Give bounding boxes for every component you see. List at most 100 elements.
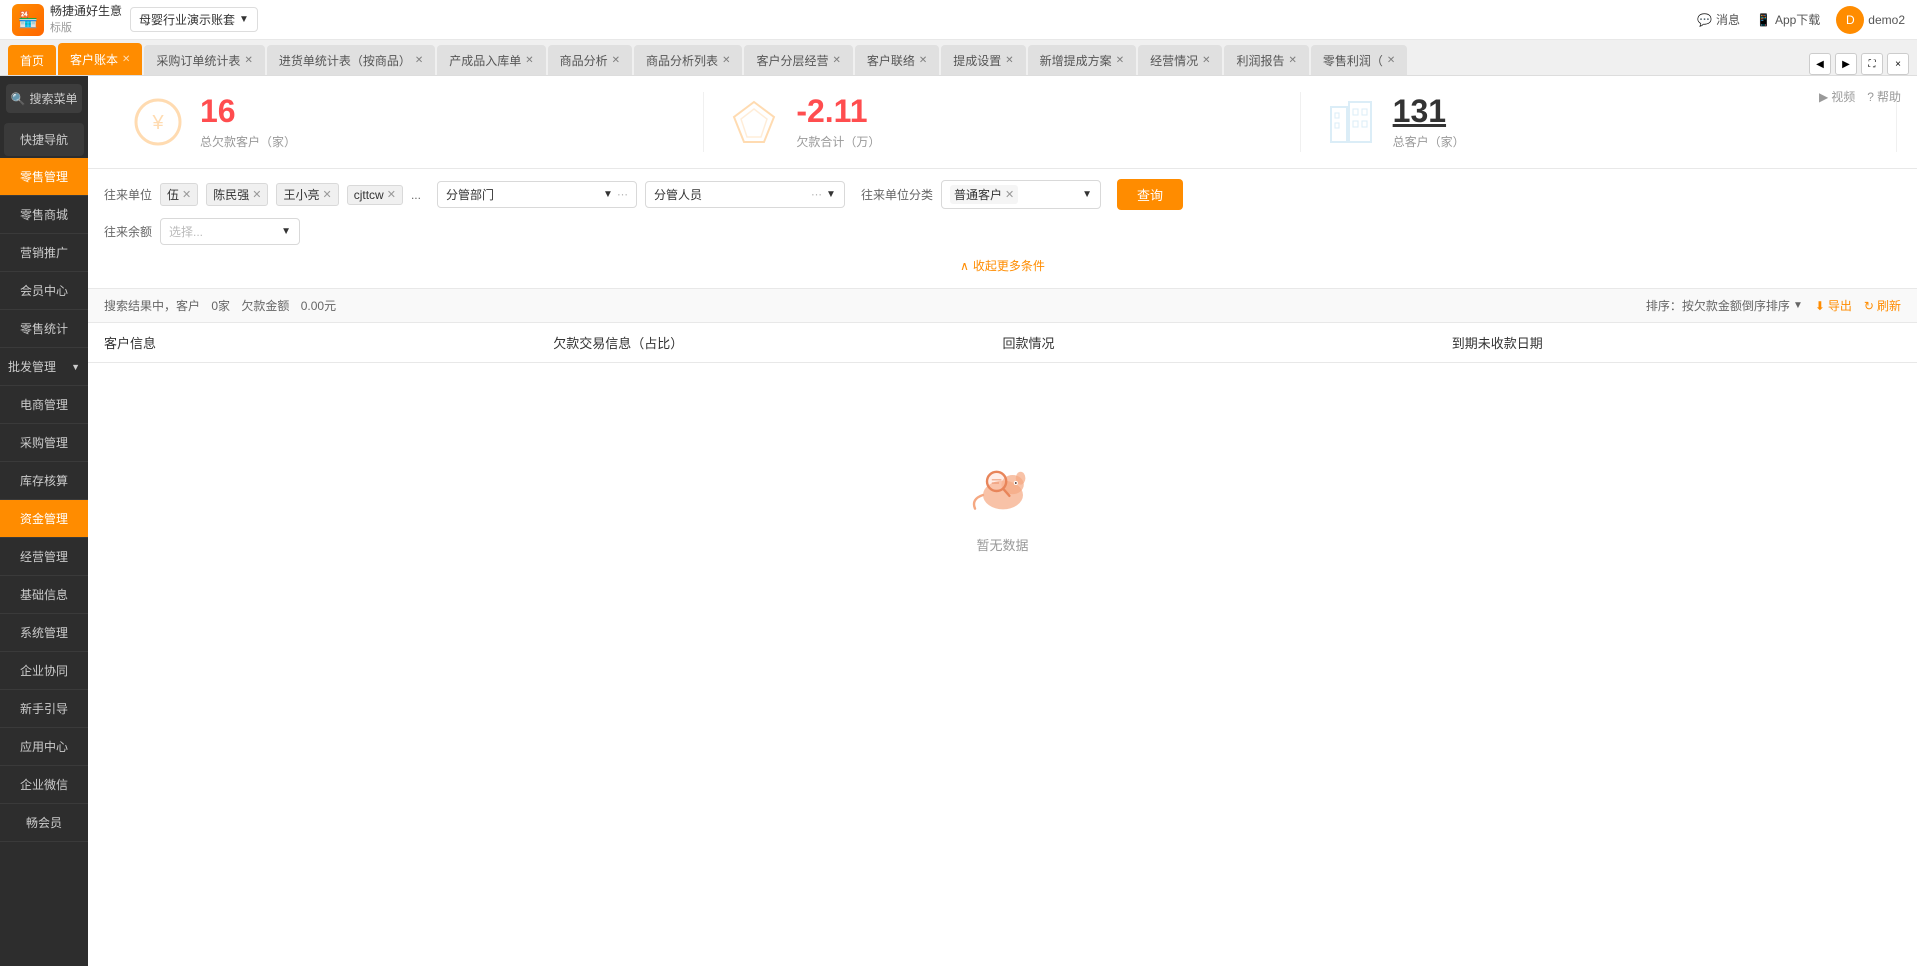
sidebar-search-area: 🔍 搜索菜单	[0, 76, 88, 121]
sidebar-item-basic-info[interactable]: 基础信息	[0, 576, 88, 614]
chevron-icon: ▼	[71, 362, 80, 372]
filter-tag-wang[interactable]: 王小亮 ✕	[276, 183, 338, 206]
tab-product-analysis-list[interactable]: 商品分析列表 ✕	[634, 45, 742, 75]
sidebar-item-inventory[interactable]: 库存核算	[0, 462, 88, 500]
sidebar-item-wholesale[interactable]: 批发管理 ▼	[0, 348, 88, 386]
balance-placeholder: 选择...	[169, 223, 203, 240]
tab-product-analysis[interactable]: 商品分析 ✕	[548, 45, 632, 75]
close-icon[interactable]: ✕	[1116, 55, 1124, 66]
clear-person-icon[interactable]: ⋯	[811, 188, 822, 201]
filter-tag-chen[interactable]: 陈民强 ✕	[206, 183, 268, 206]
sidebar-item-label: 会员中心	[20, 284, 68, 298]
message-button[interactable]: 💬 消息	[1697, 11, 1740, 28]
sidebar-item-label: 零售商城	[20, 208, 68, 222]
sidebar-item-wechat[interactable]: 企业微信	[0, 766, 88, 804]
close-icon[interactable]: ✕	[612, 55, 620, 66]
sidebar-item-label: 经营管理	[20, 550, 68, 564]
sidebar-item-enterprise-collab[interactable]: 企业协同	[0, 652, 88, 690]
logo-sub: 标版	[50, 19, 122, 35]
sidebar-item-finance[interactable]: 资金管理	[0, 500, 88, 538]
close-icon[interactable]: ✕	[1387, 55, 1395, 66]
tab-scroll-right[interactable]: ▶	[1835, 53, 1857, 75]
results-bar: 搜索结果中，客户 0家 欠款金额 0.00元 排序：按欠款金额倒序排序 ▼ ⬇ …	[88, 289, 1917, 323]
tab-customer-contact[interactable]: 客户联络 ✕	[855, 45, 939, 75]
balance-filter-label: 往来余额	[104, 223, 152, 240]
close-icon[interactable]: ✕	[244, 55, 252, 66]
balance-filter-select[interactable]: 选择... ▼	[160, 218, 300, 245]
tab-scroll-left[interactable]: ◀	[1809, 53, 1831, 75]
user-menu[interactable]: D demo2	[1836, 6, 1905, 34]
collapse-button[interactable]: ∧ 收起更多条件	[956, 253, 1049, 278]
close-icon[interactable]: ✕	[1005, 55, 1013, 66]
chevron-down-icon: ▼	[603, 189, 613, 200]
sidebar-item-marketing[interactable]: 营销推广	[0, 234, 88, 272]
results-amount: 0.00元	[301, 299, 336, 313]
export-icon: ⬇	[1815, 299, 1825, 313]
sidebar-item-member-plus[interactable]: 畅会员	[0, 804, 88, 842]
company-selector[interactable]: 母婴行业演示账套 ▼	[130, 7, 258, 32]
remove-icon[interactable]: ✕	[1005, 188, 1014, 201]
tab-purchase-stats[interactable]: 进货单统计表（按商品） ✕	[267, 45, 435, 75]
logo-text: 畅捷通好生意	[50, 4, 122, 20]
tab-commission-settings[interactable]: 提成设置 ✕	[941, 45, 1025, 75]
close-icon[interactable]: ✕	[415, 55, 423, 66]
filter-more-button[interactable]: ...	[411, 188, 421, 202]
tab-commission-plan[interactable]: 新增提成方案 ✕	[1028, 45, 1136, 75]
sort-selector[interactable]: 排序：按欠款金额倒序排序 ▼	[1646, 297, 1803, 314]
close-icon[interactable]: ✕	[525, 55, 533, 66]
sidebar-item-app-center[interactable]: 应用中心	[0, 728, 88, 766]
sidebar-item-ecommerce[interactable]: 电商管理	[0, 386, 88, 424]
tab-purchase-order[interactable]: 采购订单统计表 ✕	[144, 45, 264, 75]
dept-filter-select[interactable]: 分管部门 ▼ ⋯	[437, 181, 637, 208]
tab-business[interactable]: 经营情况 ✕	[1138, 45, 1222, 75]
tab-retail-profit[interactable]: 零售利润（ ✕	[1311, 45, 1407, 75]
filter-area: 往来单位 伍 ✕ 陈民强 ✕ 王小亮 ✕ cjttcw ✕ ...	[88, 169, 1917, 289]
help-link[interactable]: ? 帮助	[1867, 88, 1901, 105]
remove-icon[interactable]: ✕	[323, 188, 332, 201]
tab-label: 商品分析	[560, 52, 608, 69]
app-download-button[interactable]: 📱 App下载	[1756, 11, 1820, 28]
tab-customer-ledger[interactable]: 客户账本 ✕	[58, 43, 142, 75]
tab-home-label: 首页	[20, 52, 44, 69]
remove-icon[interactable]: ✕	[182, 188, 191, 201]
sidebar-item-newbie[interactable]: 新手引导	[0, 690, 88, 728]
tab-minimize[interactable]: ×	[1887, 53, 1909, 75]
tab-finished-goods[interactable]: 产成品入库单 ✕	[437, 45, 545, 75]
tab-home[interactable]: 首页	[8, 45, 56, 75]
sidebar-item-purchase[interactable]: 采购管理	[0, 424, 88, 462]
clear-dept-icon[interactable]: ⋯	[617, 188, 628, 201]
tab-customer-tier[interactable]: 客户分层经营 ✕	[744, 45, 852, 75]
person-filter-select[interactable]: 分管人员 ⋯ ▼	[645, 181, 845, 208]
close-icon[interactable]: ✕	[919, 55, 927, 66]
search-button[interactable]: 查询	[1117, 179, 1183, 210]
category-tag[interactable]: 普通客户 ✕	[950, 185, 1018, 204]
sidebar-item-member[interactable]: 会员中心	[0, 272, 88, 310]
export-button[interactable]: ⬇ 导出	[1815, 297, 1852, 314]
search-menu-button[interactable]: 🔍 搜索菜单	[6, 84, 82, 113]
tab-profit-report[interactable]: 利润报告 ✕	[1224, 45, 1308, 75]
sidebar-item-retail-mall[interactable]: 零售商城	[0, 196, 88, 234]
sidebar-item-operations[interactable]: 经营管理	[0, 538, 88, 576]
close-icon[interactable]: ✕	[832, 55, 840, 66]
close-icon[interactable]: ✕	[722, 55, 730, 66]
category-filter-select[interactable]: 普通客户 ✕ ▼	[941, 180, 1101, 209]
results-prefix: 搜索结果中，客户	[104, 299, 200, 313]
quick-nav-button[interactable]: 快捷导航	[4, 123, 84, 156]
sidebar-item-system[interactable]: 系统管理	[0, 614, 88, 652]
filter-tag-wu[interactable]: 伍 ✕	[160, 183, 198, 206]
video-link[interactable]: ▶ 视频	[1819, 88, 1855, 105]
remove-icon[interactable]: ✕	[252, 188, 261, 201]
tab-expand[interactable]: ⛶	[1861, 53, 1883, 75]
filter-tag-cjttcw[interactable]: cjttcw ✕	[347, 185, 403, 205]
close-icon[interactable]: ✕	[1202, 55, 1210, 66]
stats-header: ¥ 16 总欠款客户（家） -2.11 欠款合计（	[88, 76, 1917, 169]
close-icon[interactable]: ✕	[1289, 55, 1297, 66]
refresh-button[interactable]: ↻ 刷新	[1864, 297, 1901, 314]
remove-icon[interactable]: ✕	[387, 188, 396, 201]
sidebar-item-label: 批发管理	[8, 358, 56, 375]
tab-label: 提成设置	[953, 52, 1001, 69]
sidebar-item-retail[interactable]: 零售管理	[0, 158, 88, 196]
sidebar-item-retail-stats[interactable]: 零售统计	[0, 310, 88, 348]
close-icon[interactable]: ✕	[122, 54, 130, 65]
building-icon	[1321, 92, 1381, 152]
